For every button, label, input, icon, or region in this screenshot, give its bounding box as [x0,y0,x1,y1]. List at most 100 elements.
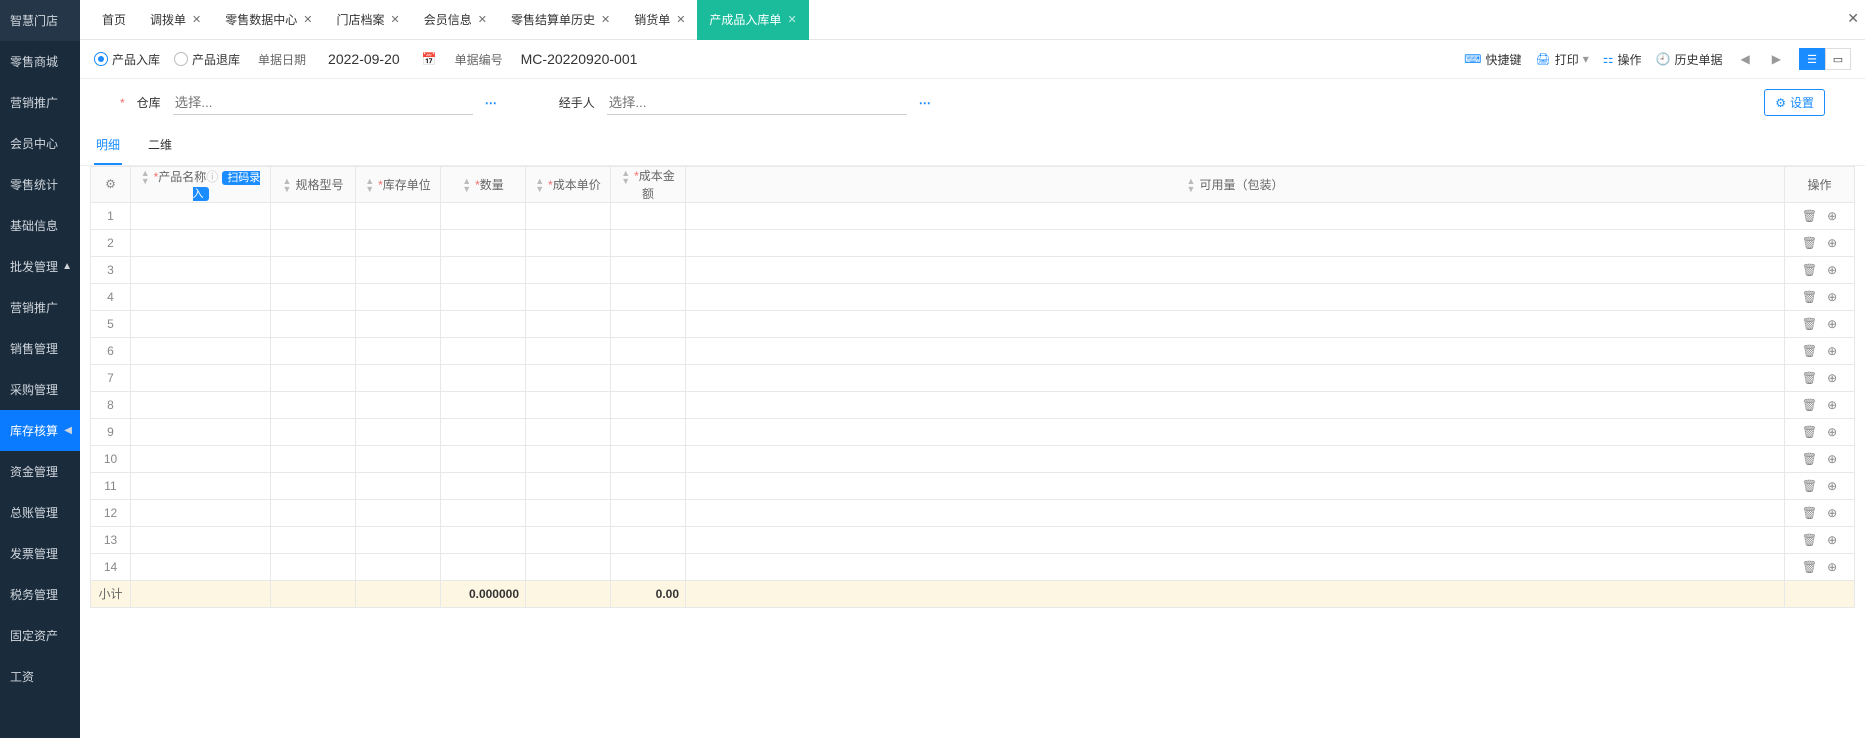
cell-avail[interactable] [686,553,1785,580]
cell-amount[interactable] [611,472,686,499]
delete-icon[interactable]: 🗑 [1802,317,1817,331]
cell-spec[interactable] [271,202,356,229]
cell-avail[interactable] [686,229,1785,256]
sidebar-item-12[interactable]: 总账管理 [0,492,80,533]
add-row-icon[interactable]: ⊕ [1827,371,1837,385]
cell-amount[interactable] [611,337,686,364]
table-row[interactable]: 8🗑⊕ [91,391,1855,418]
table-row[interactable]: 1🗑⊕ [91,202,1855,229]
close-icon[interactable]: ✕ [303,13,312,26]
radio-product-in[interactable]: 产品入库 [94,51,160,68]
cell-qty[interactable] [441,472,526,499]
cell-amount[interactable] [611,553,686,580]
cell-unit[interactable] [356,418,441,445]
cell-spec[interactable] [271,283,356,310]
tab-6[interactable]: 销货单✕ [622,0,697,40]
tab-7[interactable]: 产成品入库单✕ [697,0,808,40]
cell-qty[interactable] [441,364,526,391]
cell-spec[interactable] [271,418,356,445]
cell-unit[interactable] [356,202,441,229]
col-qty[interactable]: ▲▼*数量 [441,167,526,203]
sidebar-item-1[interactable]: 零售商城 [0,41,80,82]
cell-avail[interactable] [686,256,1785,283]
cell-product[interactable] [131,364,271,391]
sidebar-item-10[interactable]: 库存核算◀ [0,410,80,451]
delete-icon[interactable]: 🗑 [1802,479,1817,493]
cell-amount[interactable] [611,256,686,283]
cell-amount[interactable] [611,526,686,553]
cell-product[interactable] [131,391,271,418]
cell-unit[interactable] [356,310,441,337]
sidebar-item-0[interactable]: 智慧门店 [0,0,80,41]
add-row-icon[interactable]: ⊕ [1827,290,1837,304]
cell-amount[interactable] [611,445,686,472]
cell-avail[interactable] [686,391,1785,418]
delete-icon[interactable]: 🗑 [1802,560,1817,574]
table-row[interactable]: 10🗑⊕ [91,445,1855,472]
close-icon[interactable]: ✕ [391,13,400,26]
handler-picker-icon[interactable]: ⋯ [919,96,933,110]
add-row-icon[interactable]: ⊕ [1827,425,1837,439]
sidebar-item-9[interactable]: 采购管理 [0,369,80,410]
cell-product[interactable] [131,202,271,229]
delete-icon[interactable]: 🗑 [1802,263,1817,277]
prev-doc-icon[interactable]: ◀ [1737,52,1754,66]
cell-product[interactable] [131,256,271,283]
cell-product[interactable] [131,445,271,472]
cell-price[interactable] [526,364,611,391]
cell-qty[interactable] [441,229,526,256]
cell-avail[interactable] [686,472,1785,499]
cell-spec[interactable] [271,445,356,472]
sidebar-item-11[interactable]: 资金管理 [0,451,80,492]
cell-spec[interactable] [271,337,356,364]
subtab-detail[interactable]: 明细 [94,126,122,165]
sidebar-item-4[interactable]: 零售统计 [0,164,80,205]
close-icon[interactable]: ✕ [787,13,796,26]
cell-qty[interactable] [441,418,526,445]
print-button[interactable]: 🖨打印▾ [1536,51,1589,68]
col-price[interactable]: ▲▼*成本单价 [526,167,611,203]
tab-2[interactable]: 零售数据中心✕ [213,0,324,40]
cell-unit[interactable] [356,364,441,391]
tab-0[interactable]: 首页 [90,0,138,40]
close-icon[interactable]: ✕ [601,13,610,26]
cell-product[interactable] [131,472,271,499]
cell-unit[interactable] [356,337,441,364]
delete-icon[interactable]: 🗑 [1802,398,1817,412]
cell-qty[interactable] [441,283,526,310]
table-row[interactable]: 5🗑⊕ [91,310,1855,337]
cell-qty[interactable] [441,499,526,526]
cell-product[interactable] [131,283,271,310]
calendar-icon[interactable]: 📅 [422,52,437,66]
grid-config-header[interactable]: ⚙ [91,167,131,203]
settings-button[interactable]: ⚙ 设置 [1764,89,1825,116]
table-row[interactable]: 4🗑⊕ [91,283,1855,310]
cell-amount[interactable] [611,310,686,337]
sidebar-item-15[interactable]: 固定资产 [0,615,80,656]
cell-spec[interactable] [271,256,356,283]
add-row-icon[interactable]: ⊕ [1827,263,1837,277]
cell-unit[interactable] [356,283,441,310]
cell-qty[interactable] [441,391,526,418]
cell-price[interactable] [526,553,611,580]
cell-avail[interactable] [686,526,1785,553]
sidebar-item-6[interactable]: 批发管理▲ [0,246,80,287]
cell-avail[interactable] [686,202,1785,229]
sidebar-item-8[interactable]: 销售管理 [0,328,80,369]
delete-icon[interactable]: 🗑 [1802,290,1817,304]
cell-price[interactable] [526,418,611,445]
table-row[interactable]: 6🗑⊕ [91,337,1855,364]
radio-product-out[interactable]: 产品退库 [174,51,240,68]
delete-icon[interactable]: 🗑 [1802,209,1817,223]
cell-product[interactable] [131,229,271,256]
add-row-icon[interactable]: ⊕ [1827,533,1837,547]
cell-amount[interactable] [611,499,686,526]
cell-spec[interactable] [271,526,356,553]
next-doc-icon[interactable]: ▶ [1768,52,1785,66]
cell-amount[interactable] [611,364,686,391]
table-row[interactable]: 7🗑⊕ [91,364,1855,391]
subtab-matrix[interactable]: 二维 [146,126,174,165]
cell-amount[interactable] [611,418,686,445]
operate-button[interactable]: ⚏操作 [1603,51,1642,68]
cell-spec[interactable] [271,499,356,526]
